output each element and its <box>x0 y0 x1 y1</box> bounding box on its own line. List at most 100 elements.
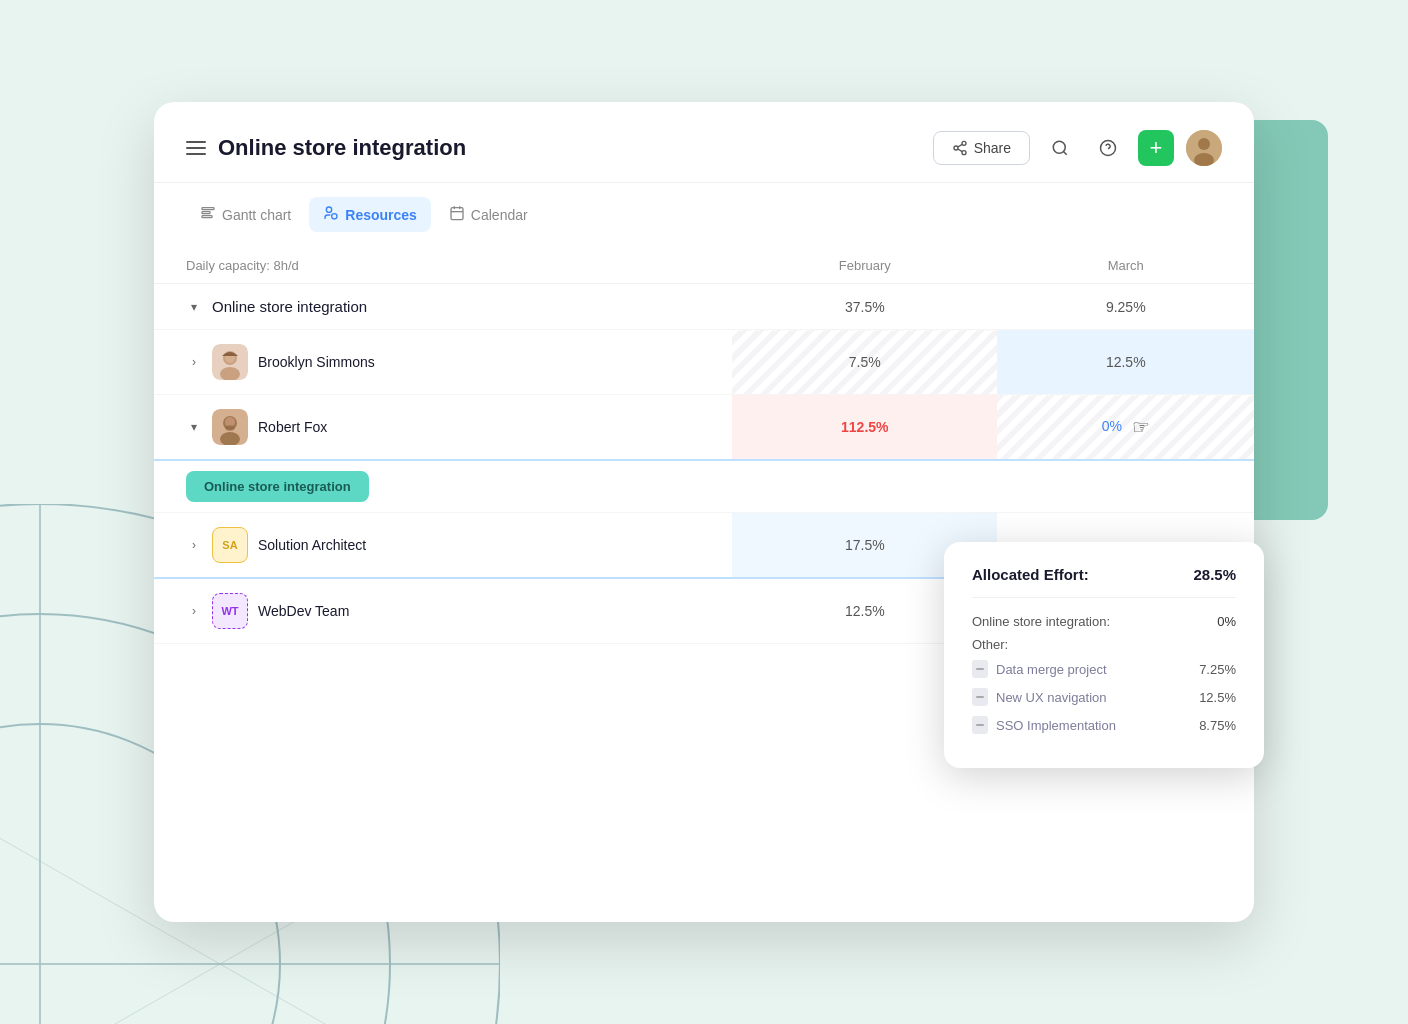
tab-calendar[interactable]: Calendar <box>435 197 542 232</box>
tooltip-item-pct-2: 8.75% <box>1199 718 1236 733</box>
wt-name: WebDev Team <box>258 603 349 619</box>
row-label: › SA Solution Architect <box>186 527 700 563</box>
tooltip-item-label-0: Data merge project <box>996 662 1107 677</box>
tooltip-item-left: New UX navigation <box>972 688 1107 706</box>
tooltip-item-left: Data merge project <box>972 660 1107 678</box>
svg-point-22 <box>327 207 332 212</box>
menu-icon[interactable] <box>186 141 206 155</box>
main-card: Online store integration Share <box>154 102 1254 922</box>
svg-rect-24 <box>451 208 463 220</box>
svg-point-12 <box>1053 141 1065 153</box>
project-name: Online store integration <box>212 298 367 315</box>
help-icon <box>1099 139 1117 157</box>
robert-avatar <box>212 409 248 445</box>
sa-name: Solution Architect <box>258 537 366 553</box>
task-mar-cell <box>997 460 1254 513</box>
tab-gantt-label: Gantt chart <box>222 207 291 223</box>
user-avatar <box>1186 130 1222 166</box>
table-row: ▾ Robert <box>154 395 1254 461</box>
svg-rect-19 <box>202 208 214 210</box>
chevron-right-icon[interactable]: › <box>186 537 202 553</box>
tooltip-item-label-1: New UX navigation <box>996 690 1107 705</box>
tooltip-project-label: Online store integration: <box>972 614 1110 629</box>
svg-point-17 <box>1198 138 1210 150</box>
chevron-right-icon[interactable]: › <box>186 603 202 619</box>
add-button[interactable]: + <box>1138 130 1174 166</box>
project-feb: 37.5% <box>732 284 997 330</box>
tab-resources[interactable]: Resources <box>309 197 431 232</box>
wt-badge: WT <box>212 593 248 629</box>
robert-avatar-svg <box>212 409 248 445</box>
sa-badge: SA <box>212 527 248 563</box>
tooltip-item-label-2: SSO Implementation <box>996 718 1116 733</box>
row-label: › Brooklyn Simmons <box>186 344 700 380</box>
tooltip-item-pct-0: 7.25% <box>1199 662 1236 677</box>
tooltip-item: SSO Implementation 8.75% <box>972 716 1236 734</box>
search-icon <box>1051 139 1069 157</box>
svg-rect-21 <box>202 216 212 218</box>
doc-icon <box>972 660 988 678</box>
tooltip-project-row: Online store integration: 0% <box>972 614 1236 629</box>
svg-point-8 <box>954 146 958 150</box>
brooklyn-feb: 7.5% <box>732 330 997 395</box>
brooklyn-avatar <box>212 344 248 380</box>
svg-point-7 <box>962 141 966 145</box>
table-row: ▾ Online store integration 37.5% 9.25% <box>154 284 1254 330</box>
col-february: February <box>732 248 997 284</box>
share-button[interactable]: Share <box>933 131 1030 165</box>
task-pill: Online store integration <box>186 471 369 502</box>
tooltip-item: Data merge project 7.25% <box>972 660 1236 678</box>
chevron-down-icon[interactable]: ▾ <box>186 299 202 315</box>
row-label: ▾ Online store integration <box>186 298 700 315</box>
tooltip-header: Allocated Effort: 28.5% <box>972 566 1236 598</box>
header-right: Share + <box>933 130 1222 166</box>
tooltip-popup: Allocated Effort: 28.5% Online store int… <box>944 542 1264 768</box>
brooklyn-avatar-svg <box>212 344 248 380</box>
robert-name: Robert Fox <box>258 419 327 435</box>
svg-line-10 <box>957 149 962 152</box>
tooltip-title: Allocated Effort: <box>972 566 1089 583</box>
table-row: › Brooklyn Simmons <box>154 330 1254 395</box>
col-name: Daily capacity: 8h/d <box>154 248 732 284</box>
avatar-svg <box>1186 130 1222 166</box>
tooltip-other-label: Other: <box>972 637 1236 652</box>
search-button[interactable] <box>1042 130 1078 166</box>
row-label: › WT WebDev Team <box>186 593 700 629</box>
tab-gantt[interactable]: Gantt chart <box>186 197 305 232</box>
share-label: Share <box>974 140 1011 156</box>
cursor-icon: ☞ <box>1132 415 1150 439</box>
header-left: Online store integration <box>186 135 466 161</box>
table-row-task: Online store integration <box>154 460 1254 513</box>
doc-icon <box>972 716 988 734</box>
chevron-right-icon[interactable]: › <box>186 354 202 370</box>
row-label: ▾ Robert <box>186 409 700 445</box>
doc-icon <box>972 688 988 706</box>
svg-line-11 <box>957 144 962 147</box>
share-icon <box>952 140 968 156</box>
card-header: Online store integration Share <box>154 102 1254 183</box>
page-title: Online store integration <box>218 135 466 161</box>
chevron-down-icon[interactable]: ▾ <box>186 419 202 435</box>
task-cell: Online store integration <box>154 460 732 513</box>
svg-rect-20 <box>202 212 210 214</box>
tabs-row: Gantt chart Resources Calendar <box>154 183 1254 232</box>
tooltip-item: New UX navigation 12.5% <box>972 688 1236 706</box>
tooltip-item-pct-1: 12.5% <box>1199 690 1236 705</box>
svg-point-36 <box>225 425 235 431</box>
resources-icon <box>323 205 339 224</box>
tab-resources-label: Resources <box>345 207 417 223</box>
svg-point-23 <box>332 214 337 219</box>
brooklyn-name: Brooklyn Simmons <box>258 354 375 370</box>
tooltip-project-pct: 0% <box>1217 614 1236 629</box>
robert-mar: 0% ☞ <box>997 395 1254 461</box>
svg-point-9 <box>962 151 966 155</box>
help-button[interactable] <box>1090 130 1126 166</box>
tab-calendar-label: Calendar <box>471 207 528 223</box>
robert-feb: 112.5% <box>732 395 997 461</box>
gantt-icon <box>200 205 216 224</box>
col-march: March <box>997 248 1254 284</box>
task-feb-cell <box>732 460 997 513</box>
calendar-icon <box>449 205 465 224</box>
brooklyn-mar: 12.5% <box>997 330 1254 395</box>
svg-line-13 <box>1063 151 1066 154</box>
